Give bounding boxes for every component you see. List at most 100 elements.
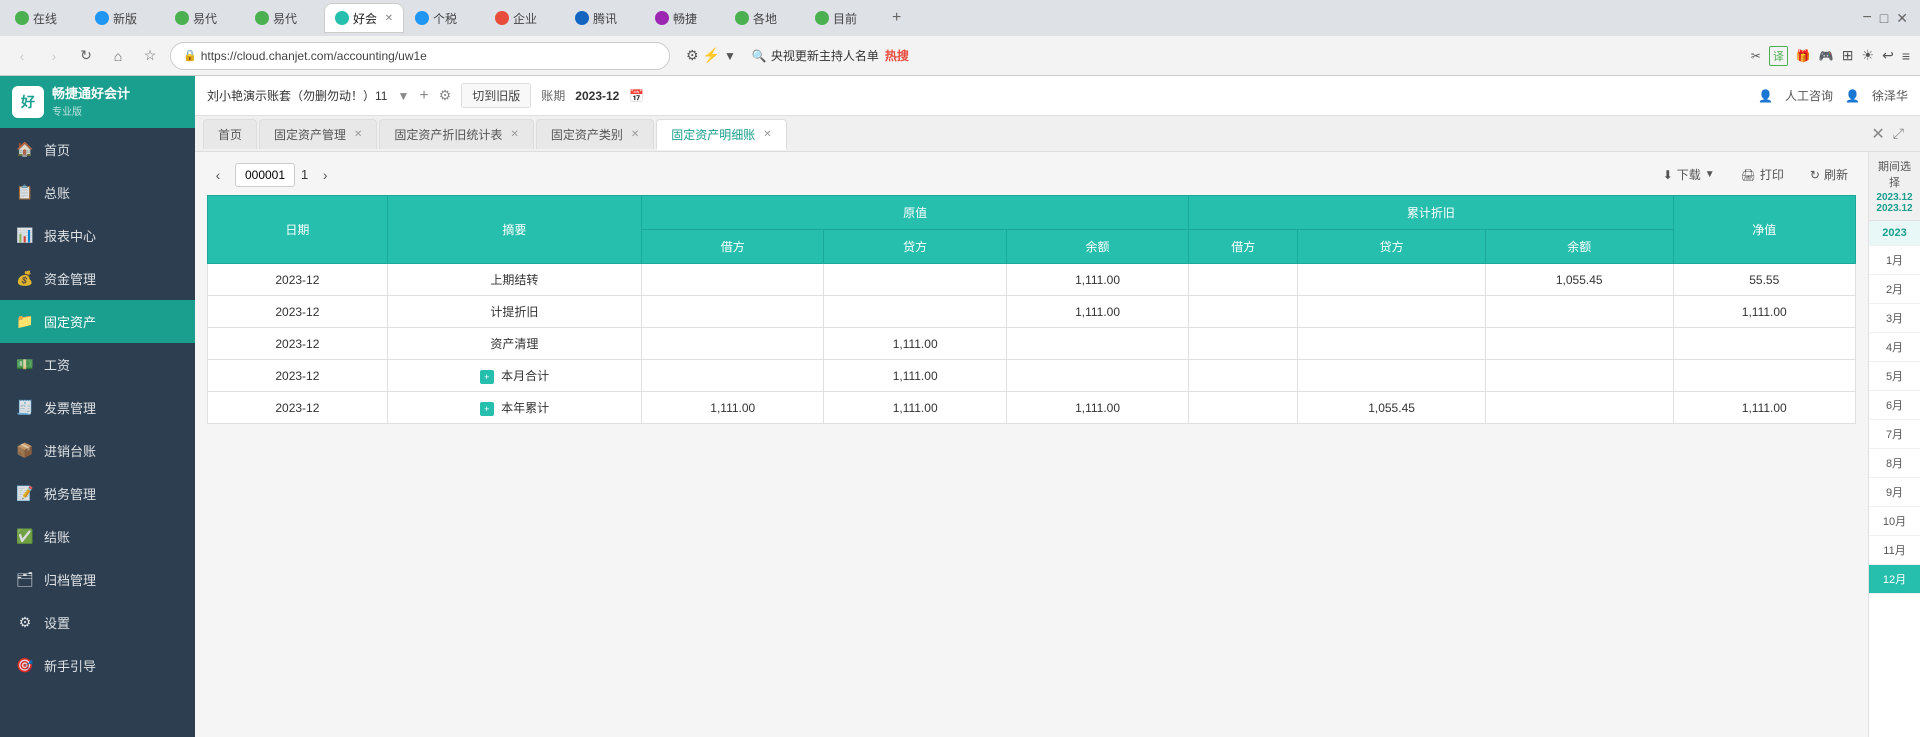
browser-tab-changjie[interactable]: 畅捷 bbox=[644, 3, 724, 33]
next-page-button[interactable]: › bbox=[314, 164, 336, 186]
new-tab-button[interactable]: + bbox=[884, 5, 909, 31]
back-button[interactable]: ‹ bbox=[10, 44, 34, 68]
browser-tab-gedi[interactable]: 各地 bbox=[724, 3, 804, 33]
sidebar-item-close[interactable]: ✅ 结账 bbox=[0, 515, 195, 558]
period-item-mar[interactable]: 3月 bbox=[1869, 304, 1920, 333]
expand-icon[interactable]: ⤢ bbox=[1893, 125, 1904, 142]
sidebar-item-guide[interactable]: 🎯 新手引导 bbox=[0, 644, 195, 687]
sidebar-item-home[interactable]: 🏠 首页 bbox=[0, 128, 195, 171]
support-icon: 👤 bbox=[1758, 89, 1773, 103]
sidebar-item-archive[interactable]: 🗂 归档管理 bbox=[0, 558, 195, 601]
sidebar-item-fixed-assets[interactable]: 📁 固定资产 bbox=[0, 300, 195, 343]
tab-close-fixed-assets-detail[interactable]: ✕ bbox=[763, 129, 771, 140]
brightness-icon[interactable]: ☀ bbox=[1862, 47, 1875, 64]
company-name: 刘小艳演示账套（勿删勿动！）11 bbox=[207, 87, 387, 104]
sidebar-item-reports[interactable]: 📊 报表中心 bbox=[0, 214, 195, 257]
period-item-oct[interactable]: 10月 bbox=[1869, 507, 1920, 536]
window-close[interactable]: ✕ bbox=[1896, 10, 1908, 27]
period-item-jun[interactable]: 6月 bbox=[1869, 391, 1920, 420]
close-panel-icon[interactable]: ✕ bbox=[1871, 124, 1884, 144]
browser-tab-yidai2[interactable]: 易代 bbox=[244, 3, 324, 33]
browser-tab-muqian[interactable]: 目前 bbox=[804, 3, 884, 33]
period-item-may[interactable]: 5月 bbox=[1869, 362, 1920, 391]
browser-tab-zaixian[interactable]: 在线 bbox=[4, 3, 84, 33]
lightning-icon[interactable]: ⚡ bbox=[703, 47, 720, 64]
print-icon: 🖨 bbox=[1741, 168, 1756, 182]
period-item-jul[interactable]: 7月 bbox=[1869, 420, 1920, 449]
browser-tab-tencent[interactable]: 腾讯 bbox=[564, 3, 644, 33]
cell-orig-debit bbox=[642, 264, 824, 296]
browser-tab-xinban[interactable]: 新版 bbox=[84, 3, 164, 33]
add-button[interactable]: + bbox=[419, 87, 428, 105]
period-item-2023[interactable]: 2023 bbox=[1869, 221, 1920, 246]
print-button[interactable]: 🖨 打印 bbox=[1733, 162, 1792, 187]
bookmark-button[interactable]: ☆ bbox=[138, 44, 162, 68]
settings-small-icon[interactable]: ⚙ bbox=[439, 87, 452, 104]
tab-close-fixed-assets-category[interactable]: ✕ bbox=[631, 129, 639, 140]
cell-accum-balance bbox=[1485, 296, 1673, 328]
browser-tab-yidai1[interactable]: 易代 bbox=[164, 3, 244, 33]
forward-button[interactable]: › bbox=[42, 44, 66, 68]
sidebar-header: 好 畅捷通好会计 专业版 bbox=[0, 76, 195, 128]
sidebar-item-invoice[interactable]: 🧾 发票管理 bbox=[0, 386, 195, 429]
window-maximize[interactable]: □ bbox=[1880, 10, 1888, 26]
cell-net-value: 55.55 bbox=[1673, 264, 1855, 296]
tab-close-depreciation-stats[interactable]: ✕ bbox=[510, 129, 518, 140]
sidebar-item-tax[interactable]: 📝 税务管理 bbox=[0, 472, 195, 515]
period-item-jan[interactable]: 1月 bbox=[1869, 246, 1920, 275]
secure-icon: 🔒 bbox=[183, 49, 197, 62]
prev-page-button[interactable]: ‹ bbox=[207, 164, 229, 186]
tab-home[interactable]: 首页 bbox=[203, 119, 257, 149]
switch-version-button[interactable]: 切到旧版 bbox=[461, 83, 531, 108]
gift-icon[interactable]: 🎁 bbox=[1796, 49, 1811, 63]
period-item-sep[interactable]: 9月 bbox=[1869, 478, 1920, 507]
tab-fixed-assets-management[interactable]: 固定资产管理 ✕ bbox=[259, 119, 377, 149]
sidebar-item-general-ledger[interactable]: 📋 总账 bbox=[0, 171, 195, 214]
download-button[interactable]: ⬇ 下载 ▼ bbox=[1655, 162, 1723, 187]
refresh-button[interactable]: ↻ 刷新 bbox=[1802, 162, 1856, 187]
browser-tab-qiye[interactable]: 企业 bbox=[484, 3, 564, 33]
download-dropdown-icon[interactable]: ▼ bbox=[1705, 169, 1715, 180]
calendar-icon[interactable]: 📅 bbox=[629, 89, 644, 103]
scissors-icon[interactable]: ✂ bbox=[1751, 49, 1761, 63]
translate-icon[interactable]: 译 bbox=[1769, 46, 1788, 66]
grid-icon[interactable]: ⊞ bbox=[1842, 47, 1854, 64]
extensions-icon[interactable]: ⚙ bbox=[686, 47, 699, 64]
dropdown-arrow[interactable]: ▼ bbox=[397, 89, 409, 103]
page-code-input[interactable] bbox=[235, 163, 295, 187]
tab-depreciation-stats[interactable]: 固定资产折旧统计表 ✕ bbox=[379, 119, 533, 149]
action-buttons: ⬇ 下载 ▼ 🖨 打印 ↻ 刷新 bbox=[1655, 162, 1856, 187]
tab-fixed-assets-category[interactable]: 固定资产类别 ✕ bbox=[536, 119, 654, 149]
period-item-aug[interactable]: 8月 bbox=[1869, 449, 1920, 478]
support-label[interactable]: 人工咨询 bbox=[1785, 87, 1833, 104]
menu-icon[interactable]: ≡ bbox=[1902, 48, 1910, 64]
table-row: 2023-12 计提折旧 1,111.00 1,111.00 bbox=[208, 296, 1856, 328]
cell-summary: + 本月合计 bbox=[387, 360, 641, 392]
browser-tab-haohui[interactable]: 好会 ✕ bbox=[324, 3, 404, 33]
history-icon[interactable]: ↩ bbox=[1882, 47, 1894, 64]
dropdown-icon[interactable]: ▼ bbox=[724, 49, 736, 63]
period-item-nov[interactable]: 11月 bbox=[1869, 536, 1920, 565]
ledger-content: ‹ 1 › ⬇ 下载 ▼ 🖨 打印 bbox=[195, 152, 1868, 737]
period-item-apr[interactable]: 4月 bbox=[1869, 333, 1920, 362]
gamepad-icon[interactable]: 🎮 bbox=[1819, 49, 1834, 63]
col-accum-debit: 借方 bbox=[1189, 230, 1298, 264]
cell-net-value: 1,111.00 bbox=[1673, 392, 1855, 424]
period-item-dec[interactable]: 12月 bbox=[1869, 565, 1920, 594]
tab-close-fixed-assets-management[interactable]: ✕ bbox=[354, 129, 362, 140]
tab-fixed-assets-detail[interactable]: 固定资产明细账 ✕ bbox=[656, 119, 786, 150]
period-item-feb[interactable]: 2月 bbox=[1869, 275, 1920, 304]
period-header: 期间选择 2023.12 2023.12 bbox=[1869, 152, 1920, 221]
browser-tab-close[interactable]: ✕ bbox=[385, 13, 393, 24]
sidebar-item-inventory[interactable]: 📦 进销台账 bbox=[0, 429, 195, 472]
sidebar-item-settings[interactable]: ⚙ 设置 bbox=[0, 601, 195, 644]
home-button[interactable]: ⌂ bbox=[106, 44, 130, 68]
reload-button[interactable]: ↻ bbox=[74, 44, 98, 68]
browser-tab-geshui[interactable]: 个税 bbox=[404, 3, 484, 33]
pagination-area: ‹ 1 › bbox=[207, 163, 336, 187]
sidebar-item-funds[interactable]: 💰 资金管理 bbox=[0, 257, 195, 300]
window-minimize[interactable]: − bbox=[1862, 9, 1871, 27]
user-label[interactable]: 徐泽华 bbox=[1872, 87, 1908, 104]
url-bar[interactable]: 🔒 https://cloud.chanjet.com/accounting/u… bbox=[170, 42, 670, 70]
sidebar-item-payroll[interactable]: 💵 工资 bbox=[0, 343, 195, 386]
